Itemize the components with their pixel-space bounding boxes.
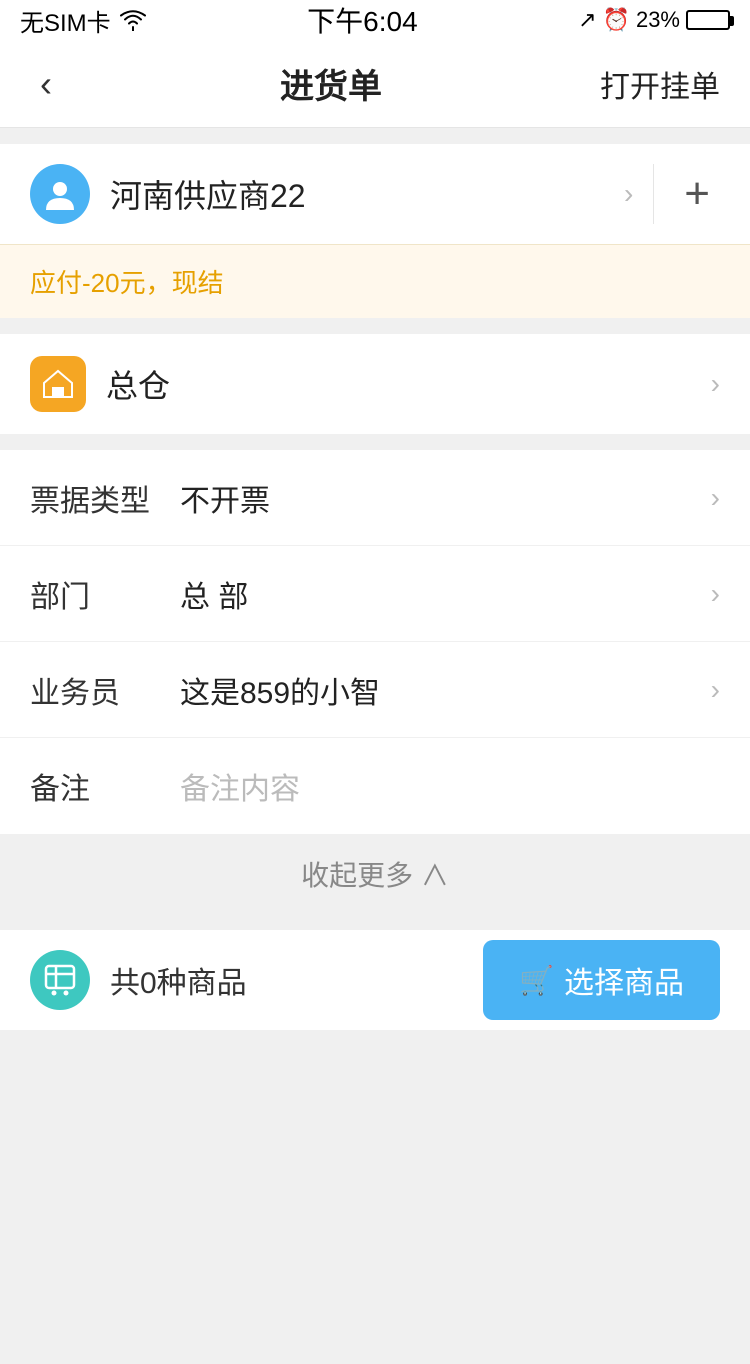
carrier-label: 无SIM卡 <box>20 3 111 38</box>
invoice-type-row[interactable]: 票据类型 不开票 › <box>0 450 750 546</box>
battery-icon <box>686 10 730 30</box>
wifi-icon <box>119 9 147 31</box>
product-count: 共0种商品 <box>110 958 483 1002</box>
salesperson-value: 这是859的小智 <box>170 668 711 712</box>
department-row[interactable]: 部门 总 部 › <box>0 546 750 642</box>
empty-area <box>0 1030 750 1364</box>
select-product-button[interactable]: 🛒 选择商品 <box>483 940 720 1020</box>
open-pending-button[interactable]: 打开挂单 <box>600 62 720 106</box>
warehouse-row[interactable]: 总仓 › <box>0 334 750 434</box>
select-cart-icon: 🛒 <box>519 964 554 997</box>
invoice-type-label: 票据类型 <box>30 476 170 520</box>
nav-bar: ‹ 进货单 打开挂单 <box>0 40 750 128</box>
invoice-chevron-icon: › <box>711 482 720 514</box>
notice-text: 应付-20元，现结 <box>30 268 224 298</box>
status-indicators: ↗ ⏰ 23% <box>578 7 730 33</box>
remark-value[interactable]: 备注内容 <box>170 764 720 808</box>
supplier-avatar <box>30 164 90 224</box>
collapse-row[interactable]: 收起更多 ∧ <box>0 834 750 914</box>
department-label: 部门 <box>30 572 170 616</box>
supplier-name: 河南供应商22 <box>110 171 624 217</box>
user-icon <box>42 176 78 212</box>
remark-label: 备注 <box>30 764 170 808</box>
status-bar: 无SIM卡 下午6:04 ↗ ⏰ 23% <box>0 0 750 40</box>
product-icon <box>30 950 90 1010</box>
warehouse-name: 总仓 <box>106 361 711 407</box>
status-carrier: 无SIM卡 <box>20 3 147 38</box>
location-icon: ↗ <box>578 7 596 33</box>
supplier-section: 河南供应商22 › + 应付-20元，现结 <box>0 144 750 318</box>
alarm-icon: ⏰ <box>603 7 630 33</box>
battery-label: 23% <box>636 7 680 33</box>
warehouse-chevron-icon: › <box>711 368 720 400</box>
select-product-label: 选择商品 <box>564 958 684 1002</box>
department-value: 总 部 <box>170 572 711 616</box>
bottom-bar: 共0种商品 🛒 选择商品 <box>0 930 750 1030</box>
department-chevron-icon: › <box>711 578 720 610</box>
main-content: 河南供应商22 › + 应付-20元，现结 总仓 › 票据类型 不开票 › <box>0 144 750 1364</box>
page-title: 进货单 <box>280 59 382 108</box>
add-supplier-button[interactable]: + <box>674 172 720 216</box>
status-time: 下午6:04 <box>307 0 418 40</box>
collapse-label: 收起更多 ∧ <box>301 854 449 894</box>
remark-row[interactable]: 备注 备注内容 <box>0 738 750 834</box>
salesperson-chevron-icon: › <box>711 674 720 706</box>
supplier-chevron-icon: › <box>624 178 633 210</box>
invoice-type-value: 不开票 <box>170 476 711 520</box>
warehouse-icon <box>30 356 86 412</box>
warehouse-section: 总仓 › <box>0 334 750 434</box>
vertical-divider <box>653 164 654 224</box>
back-button[interactable]: ‹ <box>30 53 62 115</box>
supplier-row[interactable]: 河南供应商22 › + <box>0 144 750 244</box>
cart-icon <box>42 962 78 998</box>
salesperson-label: 业务员 <box>30 668 170 712</box>
house-icon <box>41 367 75 401</box>
form-section: 票据类型 不开票 › 部门 总 部 › 业务员 这是859的小智 › 备注 备注… <box>0 450 750 834</box>
salesperson-row[interactable]: 业务员 这是859的小智 › <box>0 642 750 738</box>
notice-bar: 应付-20元，现结 <box>0 244 750 318</box>
